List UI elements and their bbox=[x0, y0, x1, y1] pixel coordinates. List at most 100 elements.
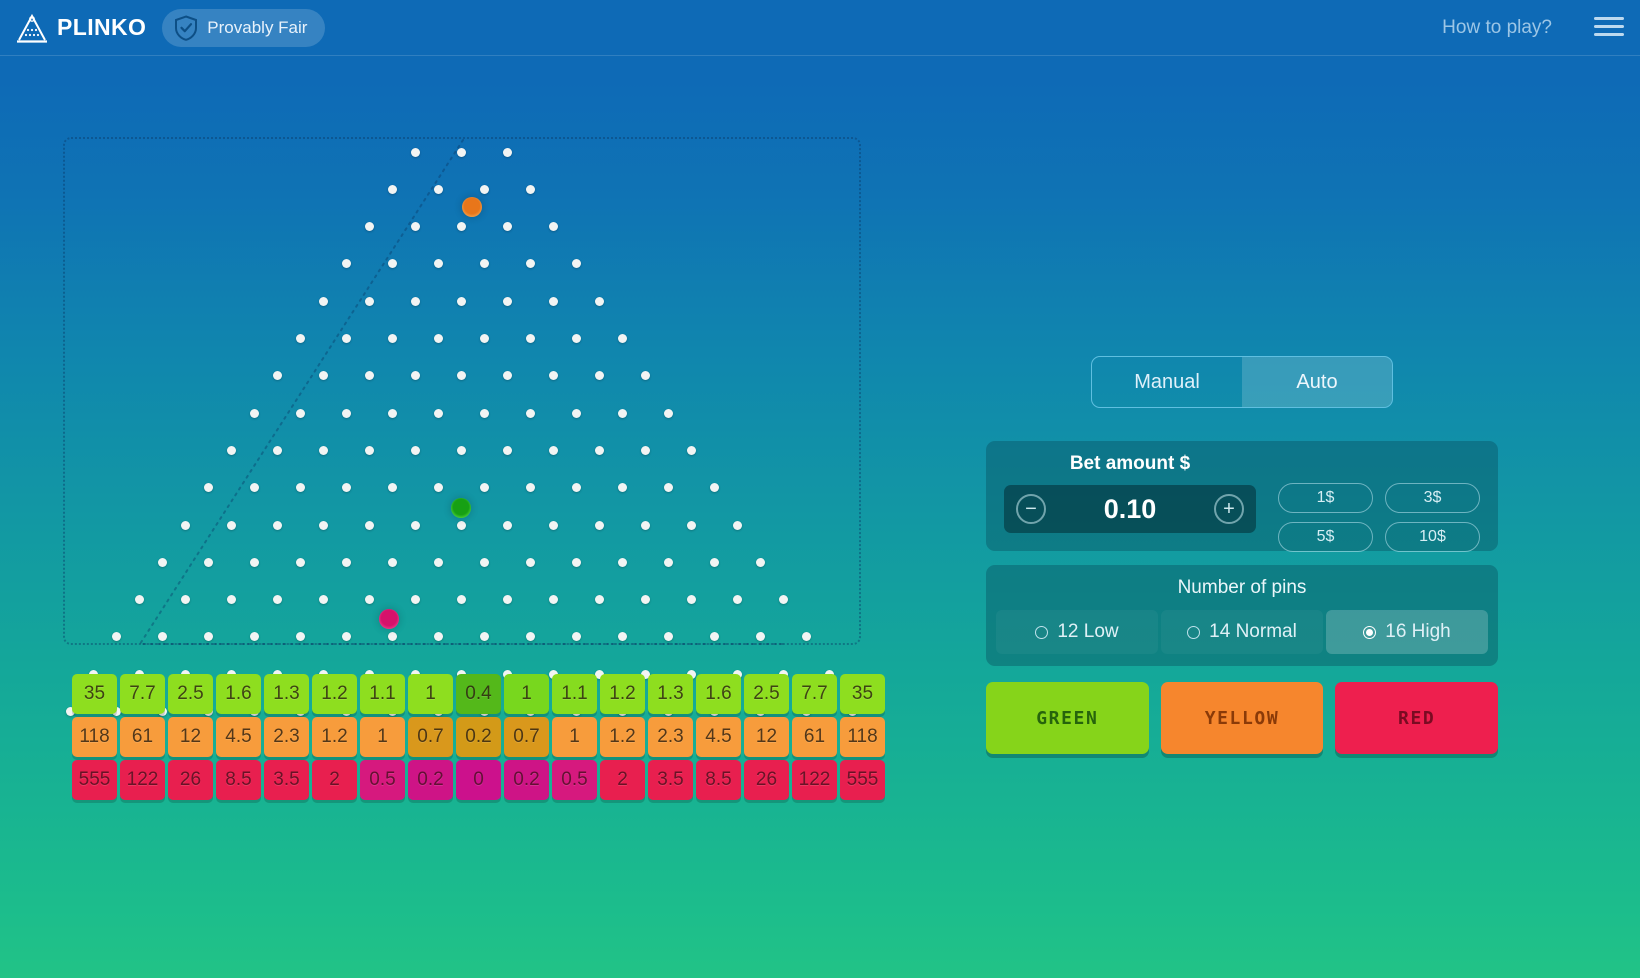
play-green-button[interactable]: GREEN bbox=[986, 682, 1149, 754]
multiplier-cell-red[interactable]: 0.5 bbox=[360, 760, 405, 800]
multiplier-cell-green[interactable]: 0.4 bbox=[456, 674, 501, 714]
quick-bet-3[interactable]: 3$ bbox=[1385, 483, 1480, 513]
multiplier-cell-yellow[interactable]: 1.2 bbox=[600, 717, 645, 757]
multiplier-cell-yellow[interactable]: 4.5 bbox=[696, 717, 741, 757]
multiplier-cell-green[interactable]: 1.2 bbox=[312, 674, 357, 714]
multiplier-cell-red[interactable]: 555 bbox=[840, 760, 885, 800]
board-pin bbox=[295, 483, 305, 493]
multiplier-cell-yellow[interactable]: 1.2 bbox=[312, 717, 357, 757]
multiplier-cell-green[interactable]: 1.3 bbox=[264, 674, 309, 714]
board-pin bbox=[640, 595, 650, 605]
board-pin bbox=[594, 371, 604, 381]
pink-ball bbox=[379, 609, 399, 629]
multiplier-cell-green[interactable]: 2.5 bbox=[168, 674, 213, 714]
bet-increment-button[interactable]: + bbox=[1214, 494, 1244, 524]
multiplier-cell-yellow[interactable]: 0.2 bbox=[456, 717, 501, 757]
multiplier-cell-yellow[interactable]: 0.7 bbox=[504, 717, 549, 757]
board-pin bbox=[341, 334, 351, 343]
provably-fair-badge[interactable]: Provably Fair bbox=[162, 8, 326, 47]
multiplier-cell-red[interactable]: 8.5 bbox=[216, 760, 261, 800]
multiplier-cell-yellow[interactable]: 118 bbox=[840, 717, 885, 757]
multiplier-cell-yellow[interactable]: 61 bbox=[792, 717, 837, 757]
play-yellow-button[interactable]: YELLOW bbox=[1160, 682, 1324, 754]
board-pin bbox=[571, 334, 581, 343]
multiplier-cell-red[interactable]: 8.5 bbox=[696, 760, 741, 800]
multiplier-cell-yellow[interactable]: 1 bbox=[552, 717, 597, 757]
multiplier-cell-yellow[interactable]: 1 bbox=[360, 717, 405, 757]
bet-amount-stepper[interactable]: − 0.10 + bbox=[1004, 485, 1256, 533]
board-pin bbox=[548, 222, 558, 232]
board-pin bbox=[157, 632, 167, 642]
board-pin bbox=[180, 595, 190, 605]
multiplier-cell-yellow[interactable]: 4.5 bbox=[216, 717, 261, 757]
how-to-play-link[interactable]: How to play? bbox=[1442, 17, 1552, 39]
number-of-pins-label: Number of pins bbox=[1177, 577, 1307, 598]
plinko-board[interactable] bbox=[0, 56, 930, 978]
board-pin bbox=[410, 371, 420, 381]
quick-bet-1[interactable]: 1$ bbox=[1278, 483, 1373, 513]
multiplier-cell-green[interactable]: 1 bbox=[504, 674, 549, 714]
multiplier-cell-red[interactable]: 0 bbox=[456, 760, 501, 800]
multiplier-cell-red[interactable]: 3.5 bbox=[264, 760, 309, 800]
multiplier-cell-yellow[interactable]: 12 bbox=[744, 717, 789, 757]
multiplier-cell-green[interactable]: 1.1 bbox=[360, 674, 405, 714]
board-pin bbox=[502, 595, 512, 605]
play-red-button[interactable]: RED bbox=[1335, 682, 1499, 754]
multiplier-cell-green[interactable]: 35 bbox=[72, 674, 117, 714]
multiplier-cell-green[interactable]: 1.1 bbox=[552, 674, 597, 714]
multiplier-cell-green[interactable]: 35 bbox=[840, 674, 885, 714]
pins-option-14-normal[interactable]: 14 Normal bbox=[1161, 610, 1323, 654]
multiplier-cell-green[interactable]: 1.6 bbox=[216, 674, 261, 714]
board-pin bbox=[387, 557, 397, 567]
board-pin bbox=[502, 520, 512, 530]
board-pin bbox=[663, 557, 673, 567]
multiplier-cell-red[interactable]: 0.5 bbox=[552, 760, 597, 800]
board-pin bbox=[479, 259, 489, 269]
multiplier-cell-red[interactable]: 26 bbox=[744, 760, 789, 800]
multiplier-cell-red[interactable]: 26 bbox=[168, 760, 213, 800]
multiplier-cell-green[interactable]: 1 bbox=[408, 674, 453, 714]
bet-decrement-button[interactable]: − bbox=[1016, 494, 1046, 524]
board-pin bbox=[502, 445, 512, 455]
multiplier-cell-green[interactable]: 1.2 bbox=[600, 674, 645, 714]
app-header: PLINKO Provably Fair How to play? bbox=[0, 0, 1640, 56]
multiplier-cell-yellow[interactable]: 0.7 bbox=[408, 717, 453, 757]
board-pin bbox=[410, 595, 420, 605]
multiplier-cell-red[interactable]: 0.2 bbox=[408, 760, 453, 800]
multiplier-cell-red[interactable]: 0.2 bbox=[504, 760, 549, 800]
multiplier-cell-red[interactable]: 122 bbox=[120, 760, 165, 800]
board-pin bbox=[594, 595, 604, 605]
board-pin bbox=[525, 184, 535, 194]
multiplier-cell-yellow[interactable]: 12 bbox=[168, 717, 213, 757]
multiplier-cell-yellow[interactable]: 61 bbox=[120, 717, 165, 757]
board-pin bbox=[341, 632, 351, 642]
tab-auto[interactable]: Auto bbox=[1242, 357, 1392, 407]
tab-manual[interactable]: Manual bbox=[1092, 357, 1242, 407]
quick-bet-10[interactable]: 10$ bbox=[1385, 522, 1480, 552]
bet-amount-group: Bet amount $ − 0.10 + bbox=[1004, 453, 1256, 533]
multiplier-cell-yellow[interactable]: 118 bbox=[72, 717, 117, 757]
pins-option-16-high[interactable]: 16 High bbox=[1326, 610, 1488, 654]
quick-bet-5[interactable]: 5$ bbox=[1278, 522, 1373, 552]
multiplier-cell-green[interactable]: 1.3 bbox=[648, 674, 693, 714]
board-pin bbox=[341, 408, 351, 418]
pins-option-12-low[interactable]: 12 Low bbox=[996, 610, 1158, 654]
multiplier-cell-yellow[interactable]: 2.3 bbox=[648, 717, 693, 757]
bet-amount-value[interactable]: 0.10 bbox=[1104, 494, 1157, 525]
board-pin bbox=[364, 371, 374, 381]
multiplier-cell-red[interactable]: 2 bbox=[600, 760, 645, 800]
multiplier-cell-red[interactable]: 3.5 bbox=[648, 760, 693, 800]
board-pin bbox=[571, 408, 581, 418]
multiplier-cell-yellow[interactable]: 2.3 bbox=[264, 717, 309, 757]
number-of-pins-options: 12 Low 14 Normal 16 High bbox=[996, 610, 1488, 654]
board-pin bbox=[456, 296, 466, 306]
multiplier-cell-green[interactable]: 2.5 bbox=[744, 674, 789, 714]
hamburger-menu-icon[interactable] bbox=[1594, 16, 1624, 39]
multiplier-cell-green[interactable]: 7.7 bbox=[792, 674, 837, 714]
board-pin bbox=[387, 259, 397, 269]
multiplier-cell-red[interactable]: 555 bbox=[72, 760, 117, 800]
multiplier-cell-red[interactable]: 122 bbox=[792, 760, 837, 800]
multiplier-cell-green[interactable]: 1.6 bbox=[696, 674, 741, 714]
multiplier-cell-red[interactable]: 2 bbox=[312, 760, 357, 800]
multiplier-cell-green[interactable]: 7.7 bbox=[120, 674, 165, 714]
